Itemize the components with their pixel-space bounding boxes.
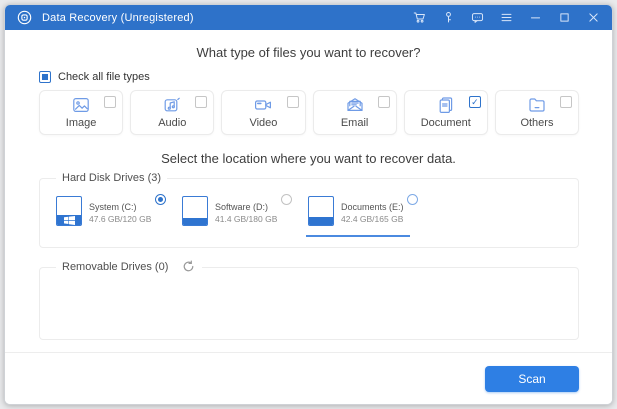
footer-bar: Scan <box>5 352 612 404</box>
file-types-heading: What type of files you want to recover? <box>196 45 421 60</box>
close-icon[interactable] <box>586 11 600 25</box>
drive-d-radio[interactable] <box>281 194 292 205</box>
drive-icon <box>182 196 208 226</box>
app-logo-icon <box>17 10 32 25</box>
scan-button[interactable]: Scan <box>485 365 579 392</box>
minimize-icon[interactable] <box>528 11 542 25</box>
card-image[interactable]: Image <box>39 90 124 135</box>
email-checkbox[interactable] <box>377 96 390 108</box>
video-icon <box>253 95 273 115</box>
card-label: Image <box>65 117 97 129</box>
window-title: Data Recovery (Unregistered) <box>42 11 194 24</box>
titlebar: Data Recovery (Unregistered) <box>5 5 612 30</box>
check-all-row: Check all file types <box>39 71 612 83</box>
audio-checkbox[interactable] <box>195 96 208 108</box>
email-icon <box>345 95 365 115</box>
folder-icon <box>527 95 547 115</box>
image-checkbox[interactable] <box>104 96 117 108</box>
hard-disk-drives-group: Hard Disk Drives (3) System (C:) 47.6 GB… <box>39 172 579 248</box>
feedback-icon[interactable] <box>470 11 484 25</box>
drive-system-c[interactable]: System (C:) 47.6 GB/120 GB <box>54 194 166 234</box>
card-video[interactable]: Video <box>221 90 306 135</box>
audio-icon <box>162 95 182 115</box>
main-content: What type of files you want to recover? … <box>5 30 612 404</box>
drive-icon <box>308 196 334 226</box>
card-label: Audio <box>158 117 187 129</box>
check-all-label: Check all file types <box>58 71 150 83</box>
drive-capacity: 41.4 GB/180 GB <box>215 214 278 224</box>
card-label: Email <box>340 117 369 129</box>
check-all-checkbox[interactable] <box>39 71 51 83</box>
windows-logo-icon <box>63 215 75 225</box>
document-icon <box>436 95 456 115</box>
card-label: Document <box>420 117 471 129</box>
menu-icon[interactable] <box>499 11 513 25</box>
location-heading: Select the location where you want to re… <box>161 151 456 166</box>
video-checkbox[interactable] <box>286 96 299 108</box>
card-label: Others <box>520 117 554 129</box>
drive-c-radio[interactable] <box>155 194 166 205</box>
drive-name: Documents (E:) <box>341 202 404 212</box>
card-document[interactable]: Document <box>403 90 488 135</box>
file-type-cards: Image Audio Video Email ✓ Document Other… <box>39 90 580 135</box>
drive-name: System (C:) <box>89 202 137 212</box>
drive-capacity: 42.4 GB/165 GB <box>341 214 404 224</box>
others-checkbox[interactable] <box>560 96 573 108</box>
card-label: Video <box>249 117 278 129</box>
drive-e-radio[interactable] <box>407 194 418 205</box>
card-others[interactable]: Others <box>494 90 580 135</box>
drive-icon <box>56 196 82 226</box>
card-audio[interactable]: Audio <box>130 90 215 135</box>
app-window: Data Recovery (Unregistered) What type o… <box>4 4 613 405</box>
refresh-icon[interactable] <box>182 260 196 274</box>
removable-drives-group: Removable Drives (0) <box>39 260 579 340</box>
image-icon <box>71 95 91 115</box>
document-checkbox[interactable] <box>468 96 481 108</box>
drive-documents-e[interactable]: Documents (E:) 42.4 GB/165 GB <box>306 194 418 237</box>
drive-list: System (C:) 47.6 GB/120 GB Software (D:)… <box>52 190 566 237</box>
drive-name: Software (D:) <box>215 202 269 212</box>
hard-disk-drives-legend: Hard Disk Drives (3) <box>62 172 162 184</box>
cart-icon[interactable] <box>412 11 426 25</box>
card-email[interactable]: Email <box>312 90 397 135</box>
drive-software-d[interactable]: Software (D:) 41.4 GB/180 GB <box>180 194 292 234</box>
removable-drives-legend: Removable Drives (0) <box>56 260 202 274</box>
maximize-icon[interactable] <box>557 11 571 25</box>
drive-capacity: 47.6 GB/120 GB <box>89 214 152 224</box>
key-icon[interactable] <box>441 11 455 25</box>
